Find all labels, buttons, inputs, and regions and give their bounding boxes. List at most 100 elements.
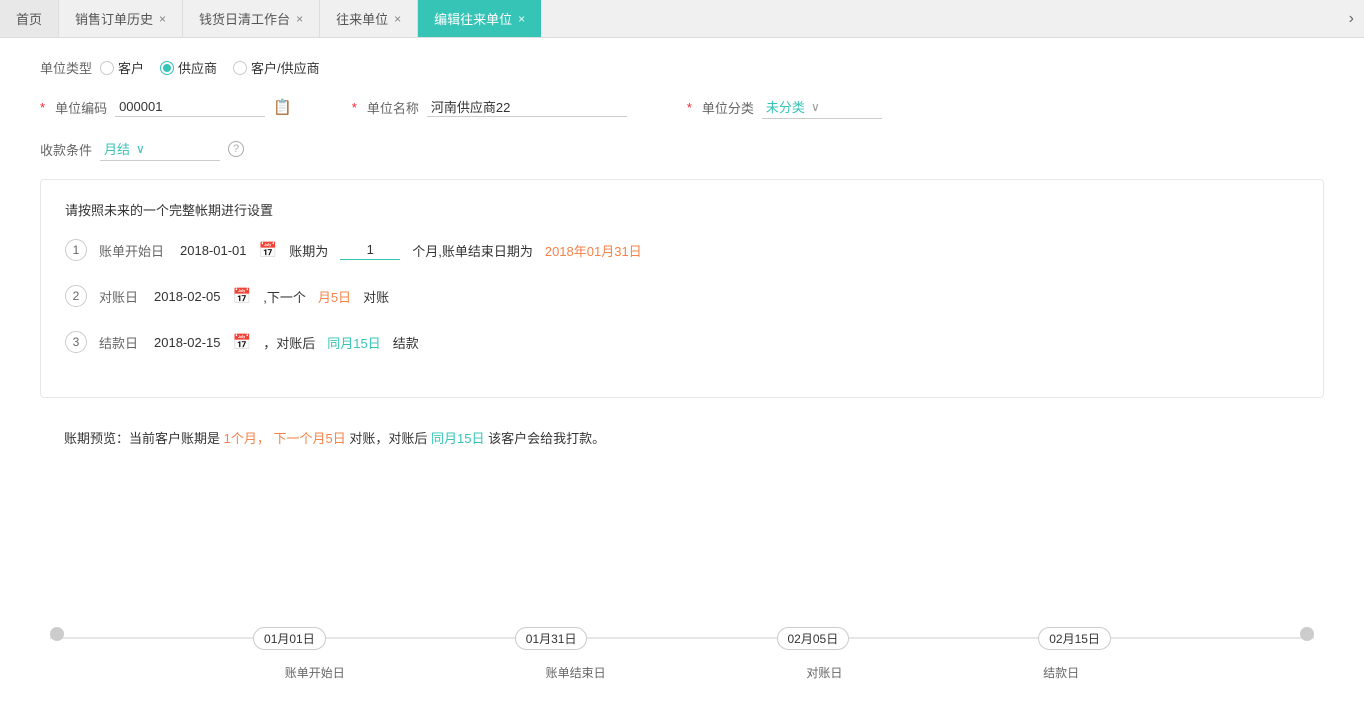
unit-category-value: 未分类	[766, 97, 805, 116]
unit-category-arrow-icon: ∨	[811, 100, 820, 114]
unit-info-row: * 单位编码 📋 * 单位名称 * 单位分类 未分类 ∨	[40, 95, 1324, 119]
tab-expand-btn[interactable]: ›	[1339, 0, 1364, 37]
unit-code-group: * 单位编码 📋	[40, 97, 292, 117]
step2-calendar-icon[interactable]: 📅	[233, 287, 252, 305]
unit-code-star: *	[40, 100, 45, 115]
radio-both-label: 客户/供应商	[251, 58, 320, 77]
timeline-label-1: 账单结束日	[546, 664, 606, 681]
tab-sales-history-close[interactable]: ×	[159, 13, 166, 25]
step1-num: 1	[65, 239, 87, 261]
main-content: 单位类型 客户 供应商 客户/供应商 * 单位编码	[0, 38, 1364, 608]
step3-label: 结款日	[99, 333, 138, 352]
step2-label: 对账日	[99, 287, 138, 306]
tab-bar: 首页 销售订单历史 × 钱货日清工作台 × 往来单位 × 编辑往来单位 × ›	[0, 0, 1364, 38]
payment-terms-label: 收款条件	[40, 140, 92, 159]
preview-label: 账期预览：当前客户账期是	[64, 431, 220, 446]
preview-bar: 账期预览：当前客户账期是 1个月， 下一个月5日 对账，对账后 同月15日 该客…	[40, 414, 1324, 461]
tab-contacts[interactable]: 往来单位 ×	[320, 0, 418, 37]
step2-row: 2 对账日 2018-02-05 📅 ,下一个 月5日 对账	[65, 285, 1299, 307]
payment-terms-arrow-icon: ∨	[136, 142, 145, 156]
step2-desc-suffix: 对账	[363, 287, 389, 306]
tab-contacts-label: 往来单位	[336, 9, 388, 28]
payment-terms-help-icon[interactable]: ?	[228, 141, 244, 157]
preview-part1: 1个月，	[224, 431, 270, 446]
step1-row: 1 账单开始日 2018-01-01 📅 账期为 个月,账单结束日期为 2018…	[65, 239, 1299, 261]
timeline-badge-0: 01月01日	[253, 627, 326, 650]
radio-customer-label: 客户	[118, 58, 144, 77]
step3-calendar-icon[interactable]: 📅	[233, 333, 252, 351]
step1-period-input[interactable]	[340, 240, 400, 260]
step1-period-unit: 个月,账单结束日期为	[412, 241, 533, 260]
unit-code-copy-icon[interactable]: 📋	[273, 98, 292, 116]
unit-category-star: *	[687, 100, 692, 115]
tab-edit-contact-close[interactable]: ×	[518, 13, 525, 25]
step1-date: 2018-01-01	[180, 243, 247, 258]
timeline-nodes: 01月01日 01月31日 02月05日 02月15日	[50, 627, 1314, 650]
tab-edit-contact-label: 编辑往来单位	[434, 9, 512, 28]
timeline-section: 01月01日 01月31日 02月05日 02月15日 账单开始日 账单结束日	[0, 608, 1364, 701]
timeline-labels: 账单开始日 账单结束日 对账日 结款日	[50, 658, 1314, 681]
unit-category-label: 单位分类	[702, 98, 754, 117]
unit-name-label: 单位名称	[367, 98, 419, 117]
timeline-badge-2: 02月05日	[777, 627, 850, 650]
unit-category-dropdown[interactable]: 未分类 ∨	[762, 95, 882, 119]
radio-supplier-label: 供应商	[178, 58, 217, 77]
timeline-node-1: 01月01日	[253, 627, 326, 650]
timeline-label-3: 结款日	[1043, 664, 1079, 681]
unit-category-group: * 单位分类 未分类 ∨	[687, 95, 882, 119]
timeline-node-5	[1300, 627, 1314, 650]
step1-calendar-icon[interactable]: 📅	[259, 241, 278, 259]
radio-supplier[interactable]: 供应商	[160, 58, 217, 77]
radio-both-circle	[233, 61, 247, 75]
tab-sales-history-label: 销售订单历史	[75, 9, 153, 28]
tab-home-label: 首页	[16, 9, 42, 28]
preview-part3: 对账，对账后	[349, 431, 427, 446]
step1-period-end: 2018年01月31日	[545, 241, 642, 260]
settings-card: 请按照未来的一个完整帐期进行设置 1 账单开始日 2018-01-01 📅 账期…	[40, 179, 1324, 398]
tab-cash-workbench-close[interactable]: ×	[296, 13, 303, 25]
timeline-badge-3: 02月15日	[1038, 627, 1111, 650]
timeline-node-3: 02月05日	[777, 627, 850, 650]
radio-both[interactable]: 客户/供应商	[233, 58, 320, 77]
unit-code-input[interactable]	[115, 97, 265, 117]
tab-sales-history[interactable]: 销售订单历史 ×	[59, 0, 183, 37]
settings-card-title: 请按照未来的一个完整帐期进行设置	[65, 200, 1299, 219]
tab-contacts-close[interactable]: ×	[394, 13, 401, 25]
timeline-dot-end	[1300, 627, 1314, 641]
timeline-dot-0	[50, 627, 64, 641]
timeline-label-0: 账单开始日	[285, 664, 345, 681]
preview-part4: 同月15日	[431, 431, 484, 446]
preview-part2: 下一个月5日	[274, 431, 346, 446]
step2-desc-prefix: ,下一个	[263, 287, 306, 306]
tab-home[interactable]: 首页	[0, 0, 59, 37]
timeline-wrapper: 01月01日 01月31日 02月05日 02月15日 账单开始日 账单结束日	[40, 618, 1324, 681]
unit-name-input[interactable]	[427, 97, 627, 117]
timeline-badge-1: 01月31日	[515, 627, 588, 650]
unit-type-row: 单位类型 客户 供应商 客户/供应商	[40, 58, 1324, 77]
radio-customer[interactable]: 客户	[100, 58, 144, 77]
unit-name-group: * 单位名称	[352, 97, 627, 117]
radio-supplier-circle	[160, 61, 174, 75]
preview-part5: 该客户会给我打款。	[488, 431, 605, 446]
radio-group: 客户 供应商 客户/供应商	[100, 58, 320, 77]
tab-cash-workbench[interactable]: 钱货日清工作台 ×	[183, 0, 320, 37]
unit-type-label: 单位类型	[40, 58, 92, 77]
radio-customer-circle	[100, 61, 114, 75]
step3-date: 2018-02-15	[154, 335, 221, 350]
payment-terms-row: 收款条件 月结 ∨ ?	[40, 137, 1324, 161]
step1-label: 账单开始日	[99, 241, 164, 260]
timeline-label-2: 对账日	[806, 664, 842, 681]
unit-type-group: 单位类型 客户 供应商 客户/供应商	[40, 58, 320, 77]
step3-desc-prefix: ，对账后	[263, 333, 315, 352]
payment-terms-group: 收款条件 月结 ∨ ?	[40, 137, 244, 161]
tab-cash-workbench-label: 钱货日清工作台	[199, 9, 290, 28]
step3-num: 3	[65, 331, 87, 353]
payment-terms-dropdown[interactable]: 月结 ∨	[100, 137, 220, 161]
unit-name-star: *	[352, 100, 357, 115]
step2-num: 2	[65, 285, 87, 307]
tab-edit-contact[interactable]: 编辑往来单位 ×	[418, 0, 541, 37]
timeline-node-0	[50, 627, 64, 650]
step1-period-label: 账期为	[289, 241, 328, 260]
timeline-node-4: 02月15日	[1038, 627, 1111, 650]
unit-code-label: 单位编码	[55, 98, 107, 117]
